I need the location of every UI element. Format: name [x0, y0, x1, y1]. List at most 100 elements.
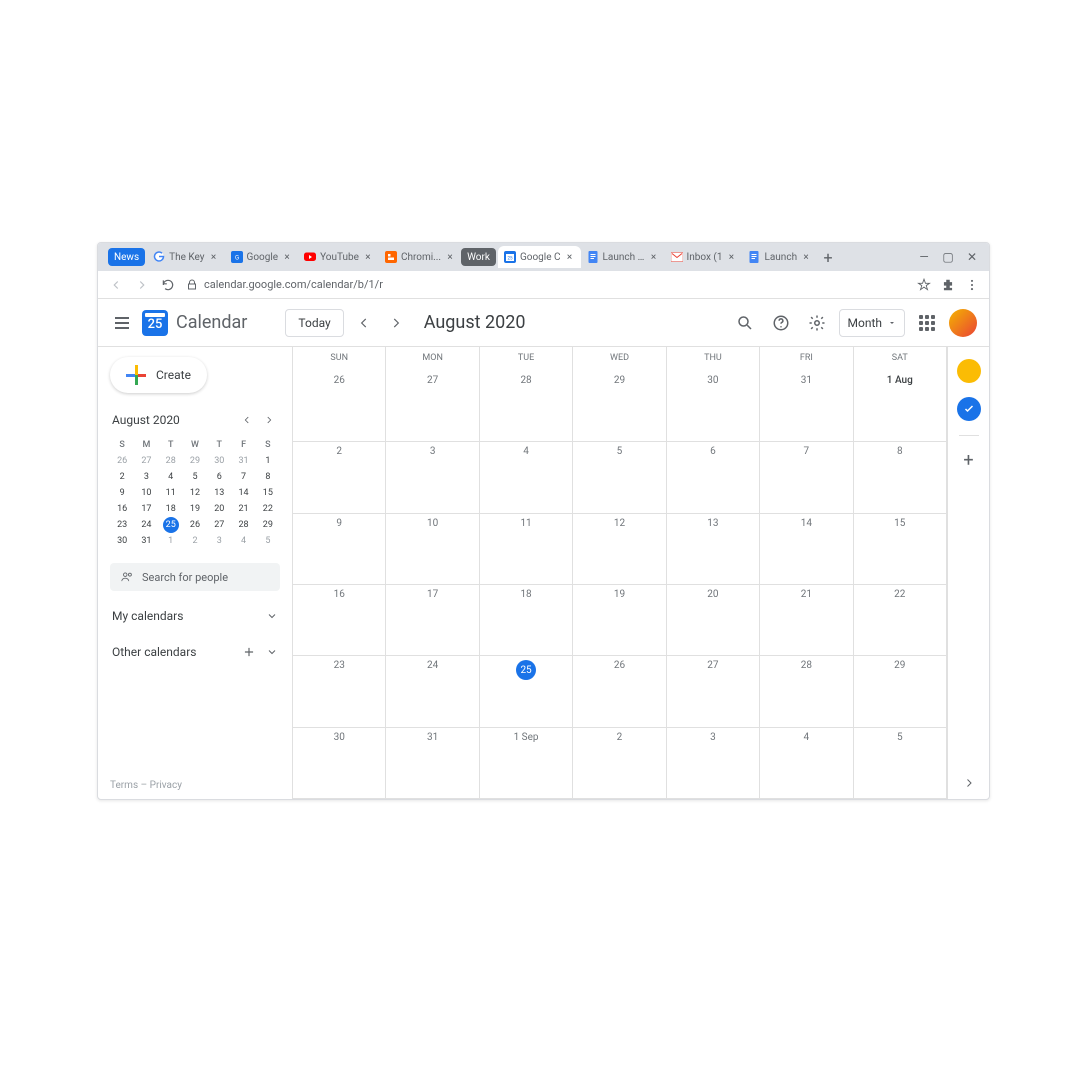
help-button[interactable] — [767, 309, 795, 337]
browser-tab[interactable]: 25Google C× — [498, 246, 581, 268]
day-cell[interactable]: 13 — [667, 514, 760, 585]
browser-tab[interactable]: Launch Pr× — [581, 246, 665, 268]
day-cell[interactable]: 21 — [760, 585, 853, 656]
new-tab-button[interactable]: + — [817, 246, 839, 268]
mini-day[interactable]: 26 — [110, 453, 134, 469]
today-button[interactable]: Today — [285, 309, 343, 337]
day-cell[interactable]: 20 — [667, 585, 760, 656]
day-cell[interactable]: 30 — [293, 728, 386, 799]
mini-day[interactable]: 18 — [159, 501, 183, 517]
day-cell[interactable]: 29 — [854, 656, 947, 727]
mini-next-button[interactable] — [260, 411, 278, 429]
collapse-panel-button[interactable] — [963, 777, 975, 789]
day-cell[interactable]: 2 — [293, 442, 386, 513]
mini-day[interactable]: 5 — [256, 533, 280, 549]
reload-button[interactable] — [160, 277, 176, 293]
mini-day[interactable]: 28 — [159, 453, 183, 469]
day-cell[interactable]: 28 — [760, 656, 853, 727]
search-people-input[interactable]: Search for people — [110, 563, 280, 591]
chrome-menu-icon[interactable] — [965, 278, 979, 292]
day-cell[interactable]: 26 — [573, 656, 666, 727]
day-cell[interactable]: 26 — [293, 371, 386, 442]
mini-day[interactable]: 12 — [183, 485, 207, 501]
day-cell[interactable]: 16 — [293, 585, 386, 656]
terms-link[interactable]: Terms — [110, 780, 138, 791]
mini-day[interactable]: 16 — [110, 501, 134, 517]
day-cell[interactable]: 4 — [480, 442, 573, 513]
tab-close-icon[interactable]: × — [445, 252, 455, 262]
day-cell[interactable]: 18 — [480, 585, 573, 656]
tab-close-icon[interactable]: × — [209, 252, 219, 262]
day-cell[interactable]: 23 — [293, 656, 386, 727]
tab-close-icon[interactable]: × — [565, 252, 575, 262]
settings-button[interactable] — [803, 309, 831, 337]
mini-day[interactable]: 10 — [134, 485, 158, 501]
day-cell[interactable]: 30 — [667, 371, 760, 442]
mini-day[interactable]: 2 — [183, 533, 207, 549]
day-cell[interactable]: 25 — [480, 656, 573, 727]
day-cell[interactable]: 5 — [573, 442, 666, 513]
mini-day[interactable]: 29 — [183, 453, 207, 469]
day-cell[interactable]: 8 — [854, 442, 947, 513]
mini-day[interactable]: 25 — [163, 517, 179, 533]
view-switcher[interactable]: Month — [839, 309, 905, 337]
mini-day[interactable]: 2 — [110, 469, 134, 485]
mini-day[interactable]: 7 — [231, 469, 255, 485]
mini-day[interactable]: 17 — [134, 501, 158, 517]
mini-day[interactable]: 14 — [231, 485, 255, 501]
mini-day[interactable]: 19 — [183, 501, 207, 517]
mini-day[interactable]: 31 — [134, 533, 158, 549]
day-cell[interactable]: 2 — [573, 728, 666, 799]
mini-day[interactable]: 29 — [256, 517, 280, 533]
main-menu-button[interactable] — [110, 311, 134, 335]
mini-day[interactable]: 6 — [207, 469, 231, 485]
tab-close-icon[interactable]: × — [282, 252, 292, 262]
tab-group-news[interactable]: News — [108, 248, 145, 266]
mini-day[interactable]: 13 — [207, 485, 231, 501]
day-cell[interactable]: 14 — [760, 514, 853, 585]
extensions-icon[interactable] — [941, 278, 955, 292]
browser-tab[interactable]: Chromi...× — [379, 246, 461, 268]
create-button[interactable]: Create — [110, 357, 207, 393]
day-cell[interactable]: 3 — [386, 442, 479, 513]
star-icon[interactable] — [917, 278, 931, 292]
mini-prev-button[interactable] — [238, 411, 256, 429]
mini-day[interactable]: 8 — [256, 469, 280, 485]
tab-close-icon[interactable]: × — [726, 252, 736, 262]
mini-day[interactable]: 21 — [231, 501, 255, 517]
mini-day[interactable]: 28 — [231, 517, 255, 533]
mini-day[interactable]: 23 — [110, 517, 134, 533]
keep-icon[interactable] — [957, 359, 981, 383]
day-cell[interactable]: 9 — [293, 514, 386, 585]
day-cell[interactable]: 27 — [667, 656, 760, 727]
mini-day[interactable]: 30 — [207, 453, 231, 469]
browser-tab[interactable]: Launch × — [742, 246, 817, 268]
tab-close-icon[interactable]: × — [649, 252, 659, 262]
mini-day[interactable]: 24 — [134, 517, 158, 533]
mini-day[interactable]: 26 — [183, 517, 207, 533]
day-cell[interactable]: 3 — [667, 728, 760, 799]
url-field[interactable]: calendar.google.com/calendar/b/1/r — [186, 278, 907, 291]
tab-close-icon[interactable]: × — [801, 252, 811, 262]
mini-day[interactable]: 31 — [231, 453, 255, 469]
mini-day[interactable]: 5 — [183, 469, 207, 485]
browser-tab[interactable]: YouTube× — [298, 246, 379, 268]
day-cell[interactable]: 22 — [854, 585, 947, 656]
day-cell[interactable]: 19 — [573, 585, 666, 656]
mini-day[interactable]: 30 — [110, 533, 134, 549]
day-cell[interactable]: 24 — [386, 656, 479, 727]
close-button[interactable]: ✕ — [965, 250, 979, 264]
tab-group-work[interactable]: Work — [461, 248, 496, 266]
prev-period-button[interactable] — [352, 311, 376, 335]
mini-day[interactable]: 20 — [207, 501, 231, 517]
mini-day[interactable]: 1 — [256, 453, 280, 469]
add-calendar-icon[interactable] — [242, 645, 256, 659]
google-apps-button[interactable] — [913, 309, 941, 337]
day-cell[interactable]: 17 — [386, 585, 479, 656]
tasks-icon[interactable] — [957, 397, 981, 421]
mini-day[interactable]: 11 — [159, 485, 183, 501]
tab-close-icon[interactable]: × — [363, 252, 373, 262]
day-cell[interactable]: 7 — [760, 442, 853, 513]
mini-day[interactable]: 4 — [231, 533, 255, 549]
mini-day[interactable]: 3 — [134, 469, 158, 485]
